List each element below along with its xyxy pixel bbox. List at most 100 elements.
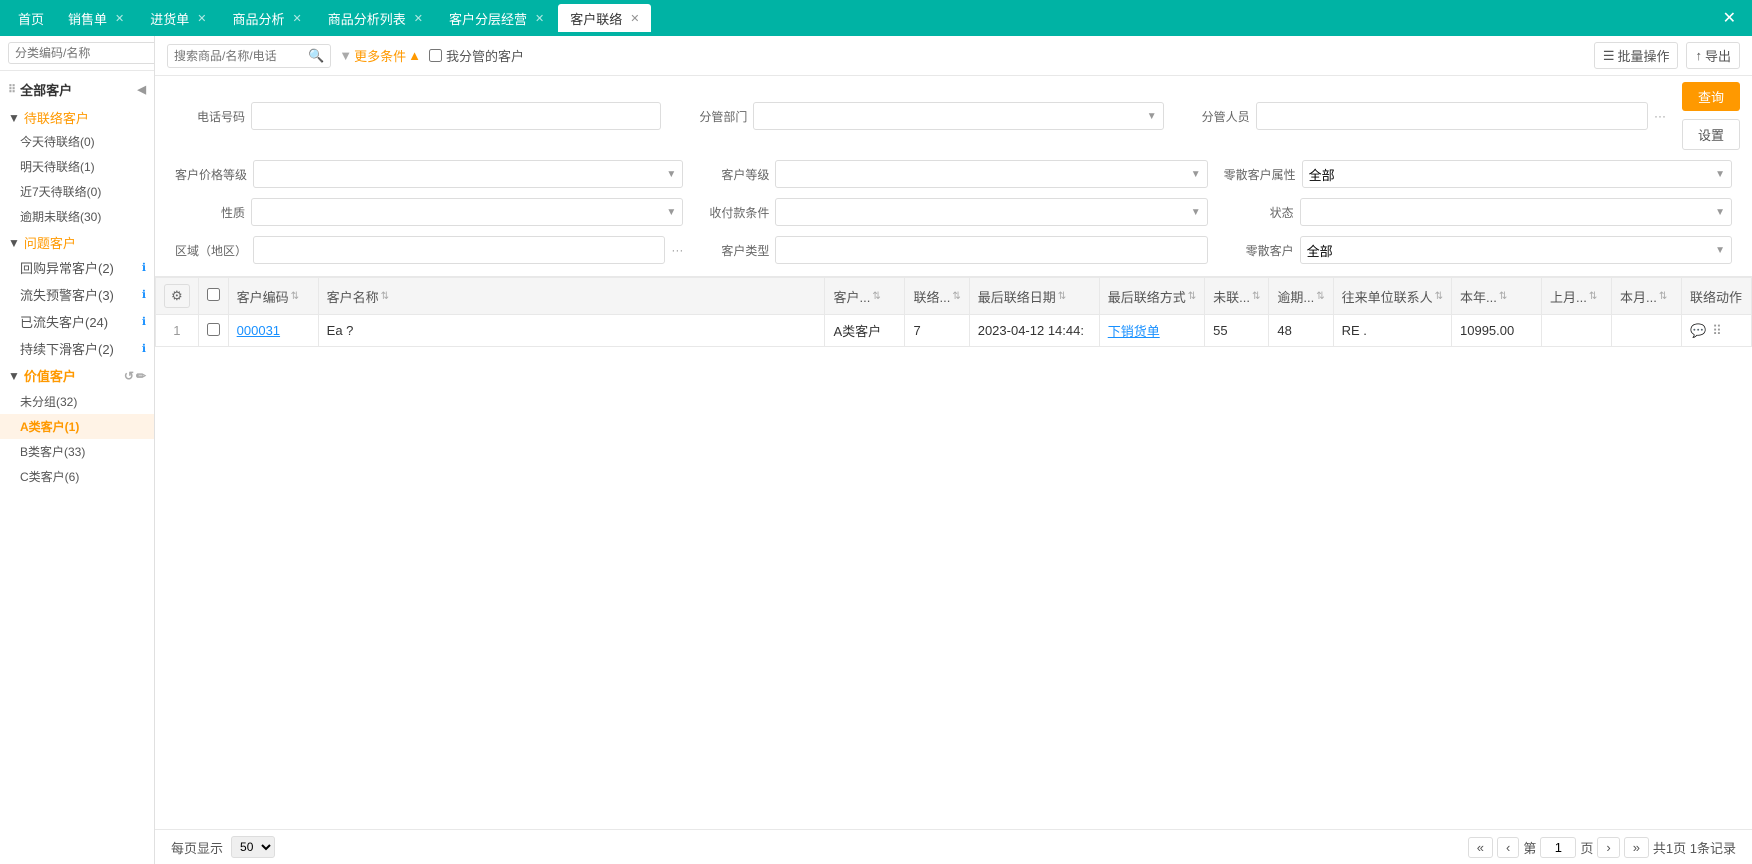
sidebar-item-class-b[interactable]: B类客户(33): [0, 439, 154, 464]
refresh-icon[interactable]: ↺: [124, 369, 134, 383]
payment-arrow: ▼: [1191, 207, 1201, 218]
th-checkbox: [198, 278, 228, 315]
region-dots[interactable]: ···: [671, 243, 683, 257]
prev-page-btn[interactable]: ‹: [1497, 837, 1519, 858]
all-customers-header[interactable]: ⠿ 全部客户 ◀: [0, 75, 154, 104]
close-customer-segment-tab[interactable]: ✕: [535, 12, 544, 25]
tab-product-list[interactable]: 商品分析列表 ✕: [316, 4, 435, 32]
phone-input[interactable]: [251, 102, 661, 130]
close-sales-tab[interactable]: ✕: [115, 12, 124, 25]
sort-icon-last-date: ⇅: [1058, 291, 1066, 302]
close-product-list-tab[interactable]: ✕: [414, 12, 423, 25]
person-input[interactable]: [1256, 102, 1648, 130]
status-select[interactable]: ▼: [1300, 198, 1732, 226]
tab-product-analysis[interactable]: 商品分析 ✕: [220, 4, 313, 32]
th-last-month[interactable]: 上月...⇅: [1542, 278, 1612, 315]
filter-bar: 🔍 ▼ 更多条件 ▲ 我分管的客户 ☰ 批量操作 ↑ 导出: [155, 36, 1752, 76]
batch-ops-btn[interactable]: ☰ 批量操作: [1594, 42, 1679, 69]
page-number-input[interactable]: [1540, 837, 1576, 858]
th-overdue[interactable]: 逾期...⇅: [1269, 278, 1333, 315]
search-icon[interactable]: 🔍: [308, 48, 324, 64]
action-icon-2[interactable]: ⠿: [1712, 323, 1722, 339]
price-grade-select[interactable]: ▼: [253, 160, 683, 188]
retail-customer-label: 零散客户: [1224, 242, 1294, 259]
more-conditions-btn[interactable]: ▼ 更多条件 ▲: [339, 46, 421, 65]
tab-customer-contact[interactable]: 客户联络 ✕: [558, 4, 651, 32]
person-dots[interactable]: ···: [1654, 109, 1666, 123]
row-checkbox[interactable]: [207, 323, 220, 336]
dept-select[interactable]: ▼: [753, 102, 1163, 130]
th-last-method[interactable]: 最后联络方式⇅: [1099, 278, 1204, 315]
sidebar-item-tomorrow-contact[interactable]: 明天待联络(1): [0, 154, 154, 179]
first-page-btn[interactable]: «: [1468, 837, 1493, 858]
th-contact-person[interactable]: 往来单位联系人⇅: [1333, 278, 1451, 315]
sidebar-item-overdue-contact[interactable]: 逾期未联络(30): [0, 204, 154, 229]
sidebar-item-ungroup[interactable]: 未分组(32): [0, 389, 154, 414]
export-icon: ↑: [1695, 48, 1702, 63]
sidebar-item-today-contact[interactable]: 今天待联络(0): [0, 129, 154, 154]
retail-attr-select[interactable]: 全部 ▼: [1302, 160, 1732, 188]
export-btn[interactable]: ↑ 导出: [1686, 42, 1740, 69]
sidebar-item-class-a[interactable]: A类客户(1): [0, 414, 154, 439]
table-header-row: ⚙ 客户编码⇅ 客户名称⇅ 客户...⇅: [156, 278, 1752, 315]
sidebar-item-repurchase-abnormal[interactable]: 回购异常客户(2) ℹ: [0, 254, 154, 281]
th-year-amount[interactable]: 本年...⇅: [1452, 278, 1542, 315]
sidebar-item-class-c[interactable]: C类客户(6): [0, 464, 154, 489]
select-all-checkbox[interactable]: [207, 288, 220, 301]
th-this-month[interactable]: 本月...⇅: [1612, 278, 1682, 315]
cell-last-month: [1542, 315, 1612, 347]
filter-row-3: 性质 ▼ 收付款条件 ▼: [167, 198, 1740, 226]
settings-btn[interactable]: 设置: [1682, 119, 1740, 150]
query-btn[interactable]: 查询: [1682, 82, 1740, 111]
my-customers-checkbox-label[interactable]: 我分管的客户: [429, 46, 524, 65]
info-icon-1[interactable]: ℹ: [142, 288, 146, 301]
th-last-date[interactable]: 最后联络日期⇅: [969, 278, 1099, 315]
th-grade[interactable]: 客户...⇅: [825, 278, 905, 315]
person-label: 分管人员: [1180, 108, 1250, 125]
sidebar-item-week-contact[interactable]: 近7天待联络(0): [0, 179, 154, 204]
tab-sales[interactable]: 销售单 ✕: [56, 4, 136, 32]
home-tab[interactable]: 首页: [8, 9, 54, 28]
close-customer-contact-tab[interactable]: ✕: [630, 12, 639, 25]
my-customers-checkbox[interactable]: [429, 49, 442, 62]
info-icon-3[interactable]: ℹ: [142, 342, 146, 355]
region-input[interactable]: [253, 236, 665, 264]
customer-grade-select[interactable]: ▼: [775, 160, 1207, 188]
last-method-link[interactable]: 下销货单: [1108, 324, 1160, 339]
th-code[interactable]: 客户编码⇅: [228, 278, 318, 315]
edit-value-group-icon[interactable]: ✏: [136, 369, 146, 383]
window-close-btn[interactable]: ✕: [1715, 8, 1744, 28]
th-no-contact[interactable]: 未联...⇅: [1205, 278, 1269, 315]
retail-customer-select[interactable]: 全部 ▼: [1300, 236, 1732, 264]
sidebar-collapse-btn[interactable]: ◀: [138, 83, 146, 96]
next-page-btn[interactable]: ›: [1597, 837, 1619, 858]
sidebar-item-declining-customers[interactable]: 持续下滑客户(2) ℹ: [0, 335, 154, 362]
last-page-btn[interactable]: »: [1624, 837, 1649, 858]
sidebar-item-loss-warning[interactable]: 流失预警客户(3) ℹ: [0, 281, 154, 308]
info-icon-2[interactable]: ℹ: [142, 315, 146, 328]
cell-action: 💬 ⠿: [1682, 315, 1752, 347]
cell-last-method: 下销货单: [1099, 315, 1204, 347]
close-product-analysis-tab[interactable]: ✕: [293, 12, 302, 25]
customer-type-input[interactable]: [775, 236, 1207, 264]
payment-select[interactable]: ▼: [775, 198, 1207, 226]
retail-customer-arrow: ▼: [1715, 245, 1725, 256]
filter-status: 状态 ▼: [1216, 198, 1740, 226]
th-contact-count[interactable]: 联络...⇅: [905, 278, 969, 315]
search-input[interactable]: [174, 49, 304, 63]
th-name[interactable]: 客户名称⇅: [318, 278, 825, 315]
sidebar-item-lost-customers[interactable]: 已流失客户(24) ℹ: [0, 308, 154, 335]
action-icon-1[interactable]: 💬: [1690, 323, 1706, 339]
sidebar-search-input[interactable]: [8, 42, 155, 64]
table-row: 1 000031 Ea ? A类客户 7 2023-04-12 14:44:: [156, 315, 1752, 347]
customer-code-link[interactable]: 000031: [237, 323, 280, 338]
close-purchase-tab[interactable]: ✕: [197, 12, 206, 25]
filter-row-1: 电话号码 分管部门 ▼ 分管人员: [167, 82, 1740, 150]
per-page-select[interactable]: 50: [231, 836, 275, 858]
info-icon-0[interactable]: ℹ: [142, 261, 146, 274]
tab-customer-segment[interactable]: 客户分层经营 ✕: [437, 4, 556, 32]
tab-purchase[interactable]: 进货单 ✕: [138, 4, 218, 32]
price-grade-label: 客户价格等级: [175, 166, 247, 183]
nature-select[interactable]: ▼: [251, 198, 683, 226]
gear-settings-btn[interactable]: ⚙: [164, 284, 190, 308]
